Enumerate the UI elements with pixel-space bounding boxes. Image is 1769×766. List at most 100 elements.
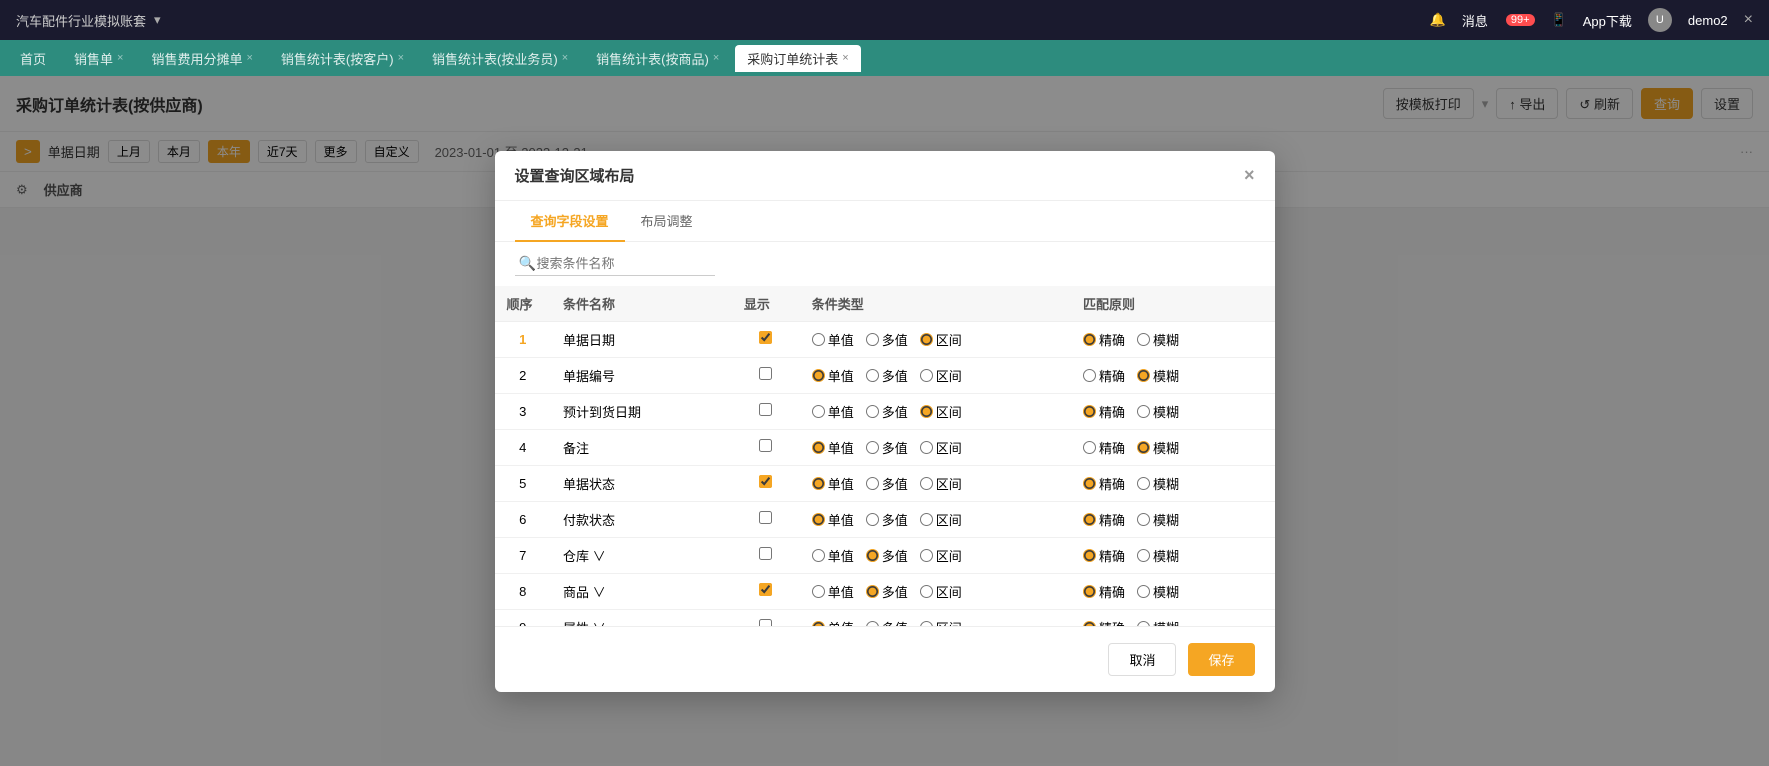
settings-dialog: 设置查询区域布局 × 查询字段设置 布局调整 🔍	[495, 151, 1275, 692]
settings-table: 顺序 条件名称 显示 条件类型 匹配原则 1 单据日期	[495, 286, 1275, 626]
app-title: 汽车配件行业模拟账套	[16, 11, 146, 30]
type-multi-radio[interactable]: 多值	[866, 546, 908, 565]
match-fuzzy-radio[interactable]: 模糊	[1137, 366, 1179, 385]
match-fuzzy-radio[interactable]: 模糊	[1137, 546, 1179, 565]
tab-sales-goods[interactable]: 销售统计表(按商品) ×	[584, 45, 731, 72]
dialog-header: 设置查询区域布局 ×	[495, 151, 1275, 201]
match-fuzzy-radio[interactable]: 模糊	[1137, 402, 1179, 421]
match-fuzzy-radio[interactable]: 模糊	[1137, 474, 1179, 493]
match-exact-radio[interactable]: 精确	[1083, 510, 1125, 529]
type-single-radio[interactable]: 单值	[812, 510, 854, 529]
row-display-cell	[732, 429, 800, 465]
top-bar-close-button[interactable]: ×	[1744, 11, 1753, 29]
display-checkbox[interactable]	[759, 547, 772, 560]
type-multi-radio[interactable]: 多值	[866, 366, 908, 385]
row-display-cell	[732, 501, 800, 537]
match-exact-radio[interactable]: 精确	[1083, 366, 1125, 385]
match-fuzzy-radio[interactable]: 模糊	[1137, 618, 1179, 626]
user-avatar: U	[1648, 8, 1672, 32]
type-multi-radio[interactable]: 多值	[866, 438, 908, 457]
type-range-radio[interactable]: 区间	[920, 474, 962, 493]
tab-sales-expense-close[interactable]: ×	[246, 52, 252, 64]
tab-sales-staff-close[interactable]: ×	[562, 52, 568, 64]
type-multi-radio[interactable]: 多值	[866, 402, 908, 421]
th-display: 显示	[732, 286, 800, 322]
display-checkbox[interactable]	[759, 475, 772, 488]
match-exact-radio[interactable]: 精确	[1083, 402, 1125, 421]
type-range-radio[interactable]: 区间	[920, 438, 962, 457]
save-button[interactable]: 保存	[1188, 643, 1254, 676]
match-fuzzy-radio[interactable]: 模糊	[1137, 582, 1179, 601]
type-single-radio[interactable]: 单值	[812, 330, 854, 349]
search-input[interactable]	[515, 252, 715, 276]
cancel-button[interactable]: 取消	[1108, 643, 1176, 676]
match-exact-radio[interactable]: 精确	[1083, 474, 1125, 493]
match-exact-radio[interactable]: 精确	[1083, 330, 1125, 349]
row-condition-name: 属性 ∨	[551, 609, 732, 626]
type-single-radio[interactable]: 单值	[812, 618, 854, 626]
settings-table-body: 1 单据日期 单值 多值 区间	[495, 321, 1275, 626]
display-checkbox[interactable]	[759, 403, 772, 416]
dialog-tabs: 查询字段设置 布局调整	[495, 201, 1275, 242]
table-row: 5 单据状态 单值 多值 区间	[495, 465, 1275, 501]
notification-badge: 99+	[1506, 14, 1535, 26]
tab-sales-staff[interactable]: 销售统计表(按业务员) ×	[420, 45, 580, 72]
match-fuzzy-radio[interactable]: 模糊	[1137, 510, 1179, 529]
row-condition-name: 付款状态	[551, 501, 732, 537]
type-multi-radio[interactable]: 多值	[866, 510, 908, 529]
row-match-cell: 精确 模糊	[1071, 573, 1275, 609]
tab-sales-customer-close[interactable]: ×	[398, 52, 404, 64]
display-checkbox[interactable]	[759, 331, 772, 344]
match-fuzzy-radio[interactable]: 模糊	[1137, 330, 1179, 349]
row-display-cell	[732, 537, 800, 573]
row-order: 8	[495, 573, 552, 609]
notification-icon[interactable]: 🔔	[1430, 12, 1446, 28]
tab-sales-order-close[interactable]: ×	[117, 52, 123, 64]
type-single-radio[interactable]: 单值	[812, 474, 854, 493]
type-single-radio[interactable]: 单值	[812, 438, 854, 457]
row-match-cell: 精确 模糊	[1071, 465, 1275, 501]
match-exact-radio[interactable]: 精确	[1083, 546, 1125, 565]
type-single-radio[interactable]: 单值	[812, 546, 854, 565]
type-range-radio[interactable]: 区间	[920, 618, 962, 626]
tab-purchase-stats-close[interactable]: ×	[842, 52, 848, 64]
type-multi-radio[interactable]: 多值	[866, 330, 908, 349]
type-single-radio[interactable]: 单值	[812, 582, 854, 601]
tab-home[interactable]: 首页	[8, 45, 58, 72]
type-range-radio[interactable]: 区间	[920, 510, 962, 529]
type-single-radio[interactable]: 单值	[812, 402, 854, 421]
display-checkbox[interactable]	[759, 583, 772, 596]
match-exact-radio[interactable]: 精确	[1083, 582, 1125, 601]
type-multi-radio[interactable]: 多值	[866, 582, 908, 601]
tab-sales-customer[interactable]: 销售统计表(按客户) ×	[269, 45, 416, 72]
type-range-radio[interactable]: 区间	[920, 582, 962, 601]
type-multi-radio[interactable]: 多值	[866, 474, 908, 493]
tab-query-fields[interactable]: 查询字段设置	[515, 201, 625, 242]
tab-sales-expense[interactable]: 销售费用分摊单 ×	[139, 45, 264, 72]
display-checkbox[interactable]	[759, 511, 772, 524]
display-checkbox[interactable]	[759, 439, 772, 452]
tab-sales-goods-close[interactable]: ×	[713, 52, 719, 64]
match-fuzzy-radio[interactable]: 模糊	[1137, 438, 1179, 457]
type-multi-radio[interactable]: 多值	[866, 618, 908, 626]
tab-sales-order[interactable]: 销售单 ×	[62, 45, 135, 72]
tab-purchase-stats[interactable]: 采购订单统计表 ×	[735, 45, 860, 72]
row-type-cell: 单值 多值 区间	[800, 357, 1071, 393]
tab-home-label: 首页	[20, 49, 46, 68]
content-area: 采购订单统计表(按供应商) 按模板打印 ▾ ↑ 导出 ↺ 刷新 查询 设置 > …	[0, 76, 1769, 766]
type-range-radio[interactable]: 区间	[920, 366, 962, 385]
row-order: 1	[495, 321, 552, 357]
match-exact-radio[interactable]: 精确	[1083, 618, 1125, 626]
type-range-radio[interactable]: 区间	[920, 402, 962, 421]
top-bar-right: 🔔 消息 99+ 📱 App下载 U demo2 ×	[1430, 8, 1753, 32]
match-exact-radio[interactable]: 精确	[1083, 438, 1125, 457]
type-range-radio[interactable]: 区间	[920, 330, 962, 349]
top-bar: 汽车配件行业模拟账套 ▾ 🔔 消息 99+ 📱 App下载 U demo2 ×	[0, 0, 1769, 40]
dialog-close-button[interactable]: ×	[1244, 166, 1255, 184]
type-range-radio[interactable]: 区间	[920, 546, 962, 565]
tab-sales-expense-label: 销售费用分摊单	[151, 49, 242, 68]
tab-layout-adjust[interactable]: 布局调整	[625, 201, 709, 242]
type-single-radio[interactable]: 单值	[812, 366, 854, 385]
display-checkbox[interactable]	[759, 367, 772, 380]
row-display-cell	[732, 357, 800, 393]
